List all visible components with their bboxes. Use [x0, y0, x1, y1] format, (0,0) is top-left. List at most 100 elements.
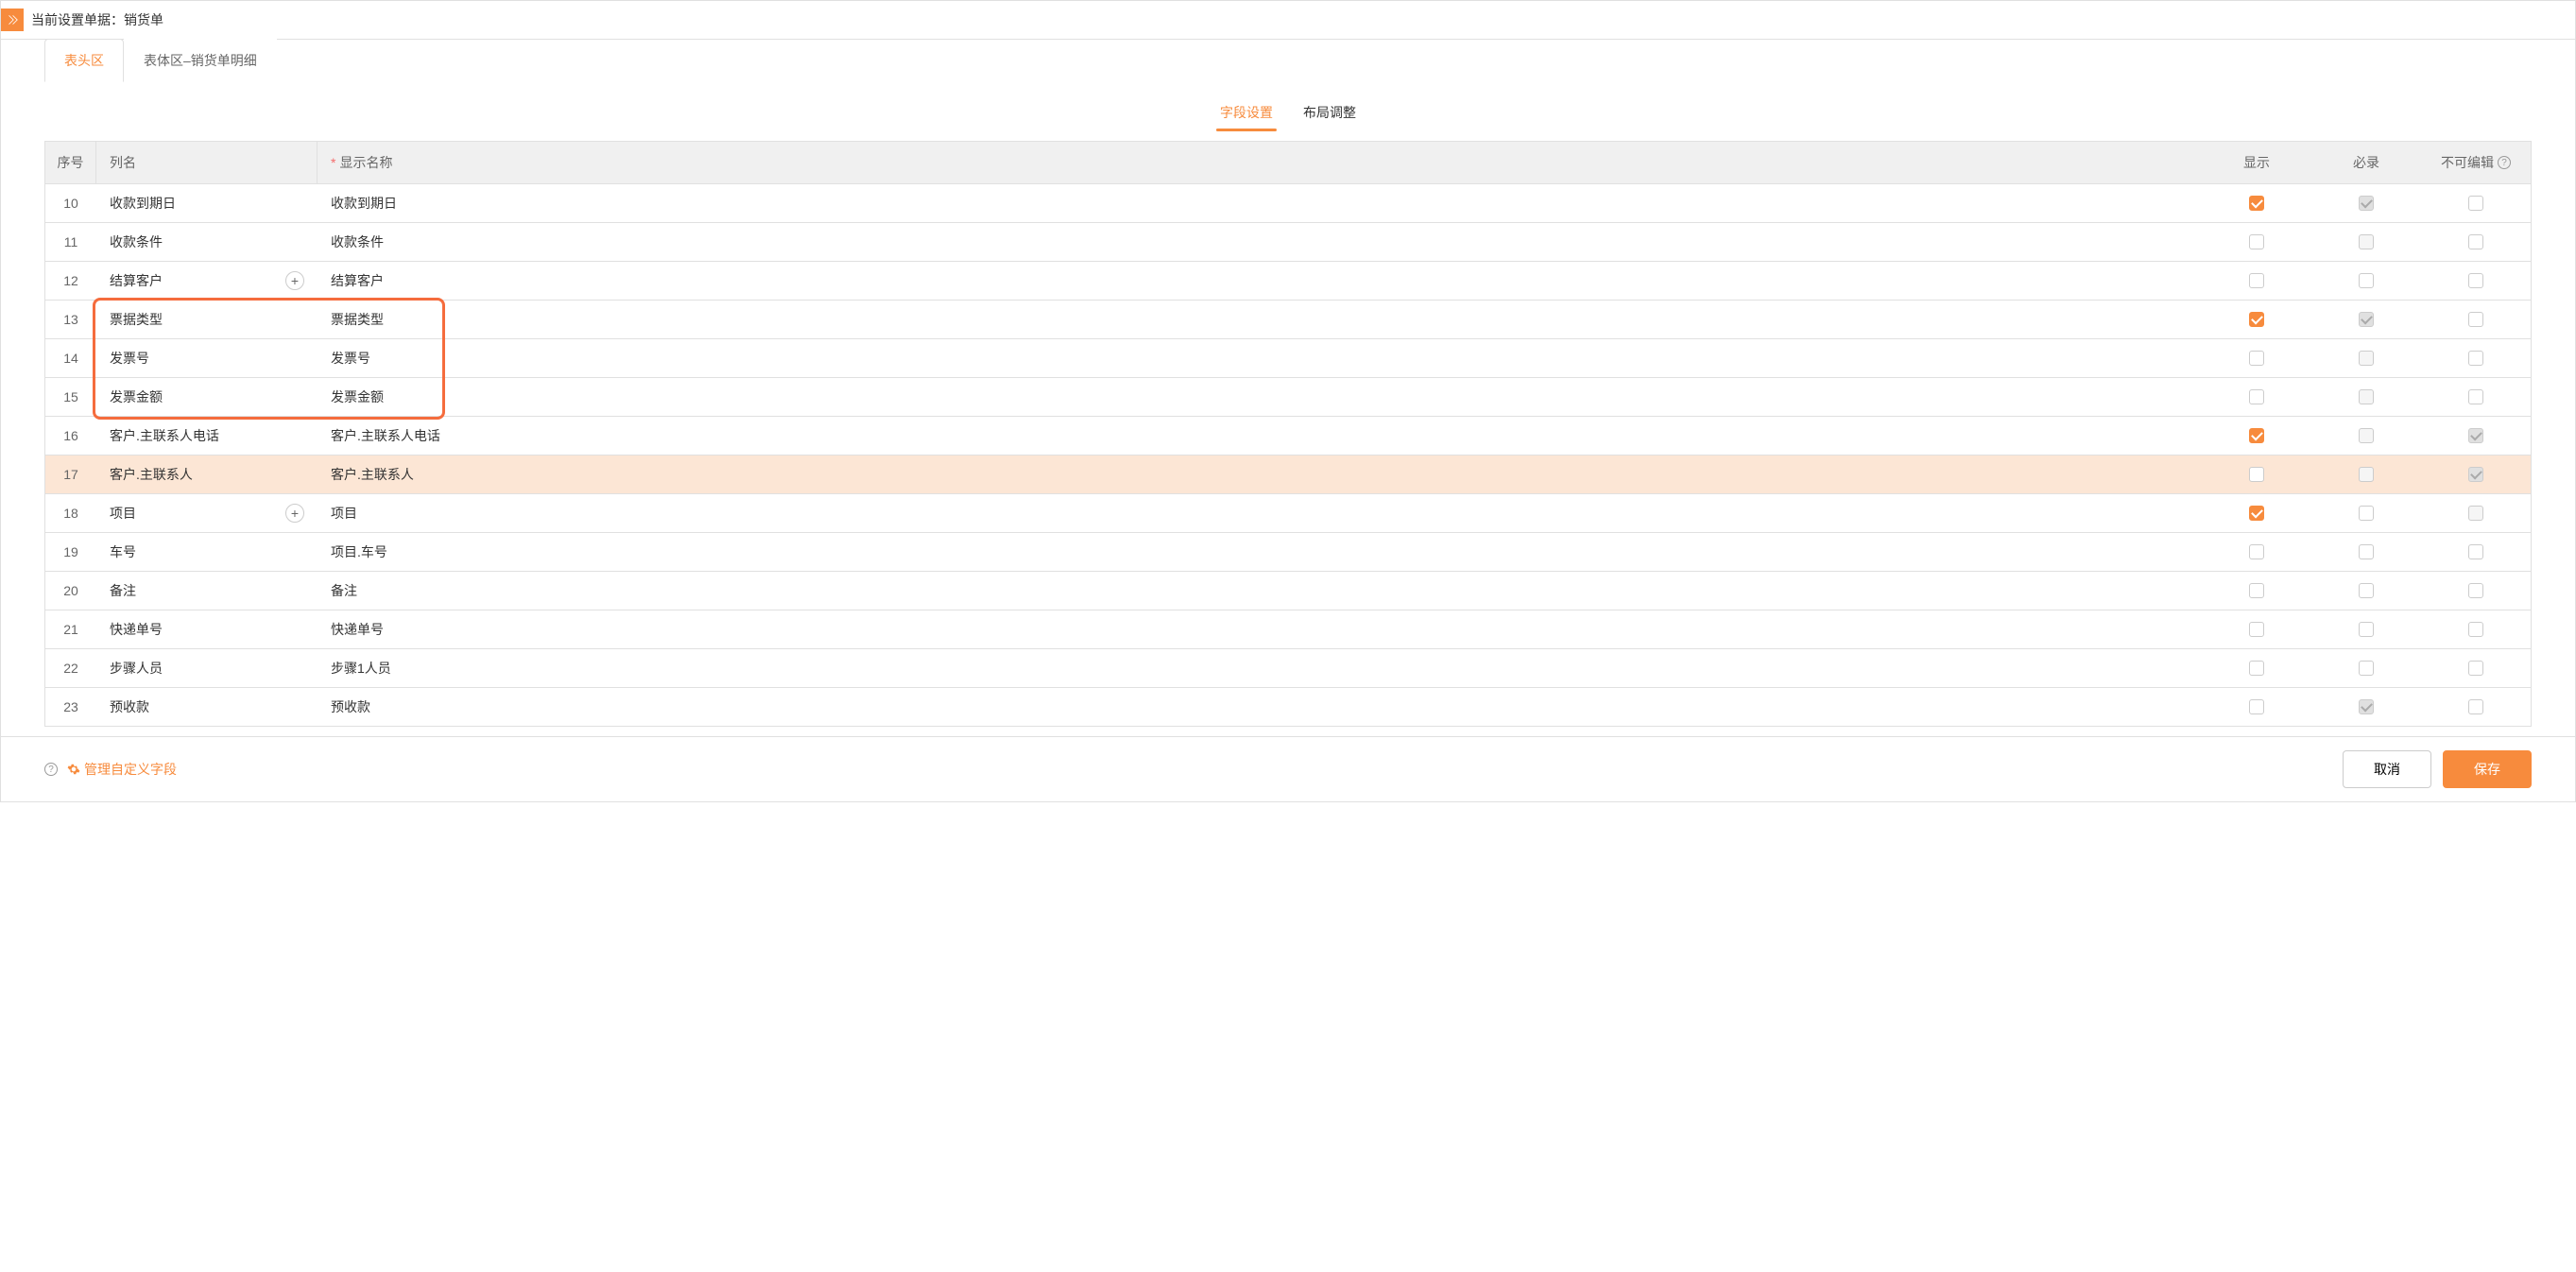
expand-button[interactable]: +: [285, 504, 304, 523]
table-row[interactable]: 21快递单号快递单号: [45, 610, 2531, 649]
lock-checkbox[interactable]: [2468, 351, 2483, 366]
row-display-name[interactable]: 客户.主联系人: [318, 456, 2202, 493]
row-seq: 13: [45, 301, 96, 338]
row-seq: 18: [45, 494, 96, 532]
table-row[interactable]: 13票据类型票据类型: [45, 301, 2531, 339]
row-show-cell: [2202, 378, 2311, 416]
row-name: 车号: [96, 533, 318, 571]
row-display-name[interactable]: 结算客户: [318, 262, 2202, 300]
required-checkbox[interactable]: [2359, 506, 2374, 521]
top-tab-0[interactable]: 表头区: [44, 39, 124, 82]
row-display-name[interactable]: 发票号: [318, 339, 2202, 377]
table-row[interactable]: 11收款条件收款条件: [45, 223, 2531, 262]
required-checkbox[interactable]: [2359, 583, 2374, 598]
lock-checkbox[interactable]: [2468, 544, 2483, 559]
lock-checkbox: [2468, 428, 2483, 443]
col-header-required: 必录: [2311, 142, 2421, 183]
row-display-name[interactable]: 快递单号: [318, 610, 2202, 648]
sub-tab-1[interactable]: 布局调整: [1288, 95, 1371, 129]
col-header-lock-label: 不可编辑: [2441, 153, 2494, 172]
show-checkbox[interactable]: [2249, 234, 2264, 249]
footer-right: 取消 保存: [2343, 750, 2532, 788]
lock-checkbox[interactable]: [2468, 234, 2483, 249]
row-lock-cell: [2421, 572, 2531, 610]
row-lock-cell: [2421, 378, 2531, 416]
help-icon[interactable]: ?: [44, 763, 58, 776]
expand-button[interactable]: +: [285, 271, 304, 290]
row-name-label: 结算客户: [110, 271, 163, 290]
row-show-cell: [2202, 262, 2311, 300]
lock-checkbox[interactable]: [2468, 312, 2483, 327]
row-display-name[interactable]: 预收款: [318, 688, 2202, 726]
show-checkbox[interactable]: [2249, 622, 2264, 637]
required-checkbox[interactable]: [2359, 273, 2374, 288]
row-display-name[interactable]: 收款到期日: [318, 184, 2202, 222]
lock-checkbox[interactable]: [2468, 622, 2483, 637]
row-name-label: 客户.主联系人电话: [110, 426, 219, 445]
lock-checkbox[interactable]: [2468, 196, 2483, 211]
row-display-name[interactable]: 票据类型: [318, 301, 2202, 338]
lock-checkbox[interactable]: [2468, 699, 2483, 714]
top-tab-1[interactable]: 表体区–销货单明细: [124, 39, 277, 82]
row-show-cell: [2202, 456, 2311, 493]
expand-sidebar-button[interactable]: [1, 9, 24, 31]
row-seq: 15: [45, 378, 96, 416]
show-checkbox[interactable]: [2249, 699, 2264, 714]
required-checkbox: [2359, 428, 2374, 443]
show-checkbox[interactable]: [2249, 583, 2264, 598]
row-name: 收款到期日: [96, 184, 318, 222]
sub-tab-0[interactable]: 字段设置: [1205, 95, 1288, 129]
row-lock-cell: [2421, 339, 2531, 377]
show-checkbox[interactable]: [2249, 389, 2264, 404]
lock-checkbox[interactable]: [2468, 661, 2483, 676]
lock-checkbox[interactable]: [2468, 273, 2483, 288]
row-seq: 17: [45, 456, 96, 493]
row-display-name[interactable]: 收款条件: [318, 223, 2202, 261]
required-checkbox[interactable]: [2359, 544, 2374, 559]
row-required-cell: [2311, 223, 2421, 261]
row-lock-cell: [2421, 456, 2531, 493]
table-row[interactable]: 19车号项目.车号: [45, 533, 2531, 572]
row-lock-cell: [2421, 262, 2531, 300]
row-name: 票据类型: [96, 301, 318, 338]
show-checkbox[interactable]: [2249, 351, 2264, 366]
show-checkbox[interactable]: [2249, 544, 2264, 559]
show-checkbox[interactable]: [2249, 428, 2264, 443]
table-row[interactable]: 14发票号发票号: [45, 339, 2531, 378]
row-display-name[interactable]: 步骤1人员: [318, 649, 2202, 687]
table-row[interactable]: 17客户.主联系人客户.主联系人: [45, 456, 2531, 494]
save-button[interactable]: 保存: [2443, 750, 2532, 788]
row-required-cell: [2311, 494, 2421, 532]
required-checkbox[interactable]: [2359, 622, 2374, 637]
required-checkbox[interactable]: [2359, 661, 2374, 676]
table-row[interactable]: 12结算客户+结算客户: [45, 262, 2531, 301]
table-row[interactable]: 10收款到期日收款到期日: [45, 184, 2531, 223]
show-checkbox[interactable]: [2249, 467, 2264, 482]
row-display-name[interactable]: 客户.主联系人电话: [318, 417, 2202, 455]
row-required-cell: [2311, 456, 2421, 493]
table-row[interactable]: 15发票金额发票金额: [45, 378, 2531, 417]
show-checkbox[interactable]: [2249, 273, 2264, 288]
table-row[interactable]: 23预收款预收款: [45, 688, 2531, 727]
cancel-button[interactable]: 取消: [2343, 750, 2431, 788]
table-row[interactable]: 18项目+项目: [45, 494, 2531, 533]
row-display-name[interactable]: 发票金额: [318, 378, 2202, 416]
show-checkbox[interactable]: [2249, 196, 2264, 211]
row-display-name[interactable]: 备注: [318, 572, 2202, 610]
show-checkbox[interactable]: [2249, 661, 2264, 676]
col-header-seq: 序号: [45, 142, 96, 183]
table-row[interactable]: 20备注备注: [45, 572, 2531, 610]
table-row[interactable]: 22步骤人员步骤1人员: [45, 649, 2531, 688]
table-row[interactable]: 16客户.主联系人电话客户.主联系人电话: [45, 417, 2531, 456]
help-icon[interactable]: ?: [2498, 156, 2511, 169]
row-show-cell: [2202, 417, 2311, 455]
lock-checkbox[interactable]: [2468, 583, 2483, 598]
row-name: 发票金额: [96, 378, 318, 416]
row-display-name[interactable]: 项目.车号: [318, 533, 2202, 571]
row-display-name[interactable]: 项目: [318, 494, 2202, 532]
show-checkbox[interactable]: [2249, 506, 2264, 521]
show-checkbox[interactable]: [2249, 312, 2264, 327]
footer: ? 管理自定义字段 取消 保存: [1, 736, 2575, 801]
manage-custom-fields-link[interactable]: 管理自定义字段: [67, 760, 177, 779]
lock-checkbox[interactable]: [2468, 389, 2483, 404]
